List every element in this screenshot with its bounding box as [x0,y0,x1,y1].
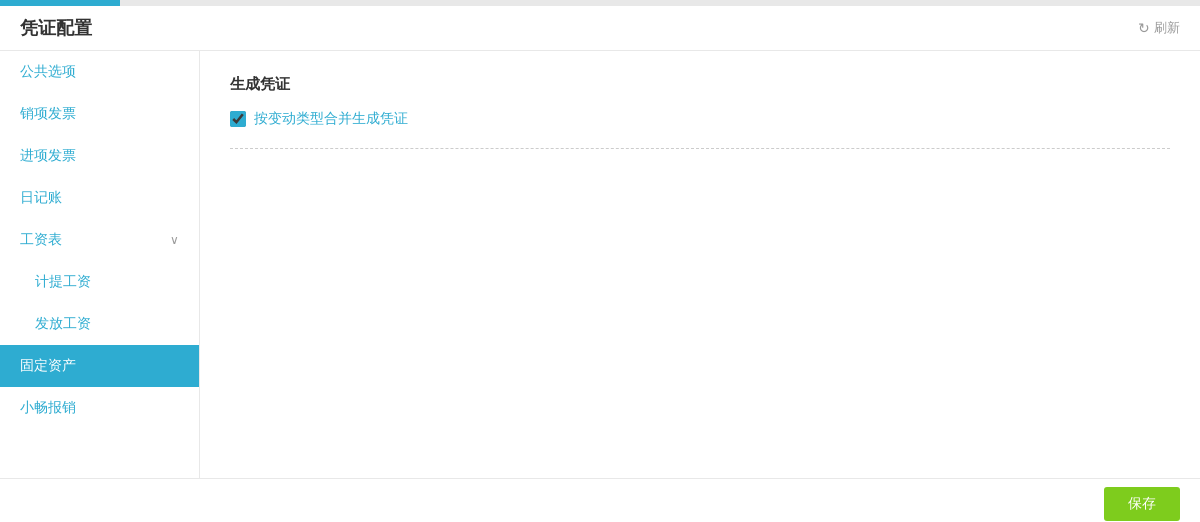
sidebar-item-payroll-table[interactable]: 工资表 ∨ [0,219,199,261]
header: 凭证配置 ↻ 刷新 [0,6,1200,51]
divider [230,148,1170,149]
refresh-button[interactable]: ↻ 刷新 [1138,19,1180,37]
sidebar-label-sales-invoice: 销项发票 [20,105,76,123]
merge-by-type-checkbox[interactable] [230,111,246,127]
sidebar-label-expense-report: 小畅报销 [20,399,76,417]
sidebar-item-journal[interactable]: 日记账 [0,177,199,219]
sidebar-item-fixed-assets[interactable]: 固定资产 [0,345,199,387]
main-content: 生成凭证 按变动类型合并生成凭证 [200,51,1200,478]
chevron-down-icon: ∨ [170,233,179,247]
sidebar-label-distribute-payroll: 发放工资 [35,315,91,333]
sidebar-label-fixed-assets: 固定资产 [20,357,76,375]
sidebar-item-distribute-payroll[interactable]: 发放工资 [0,303,199,345]
sidebar-label-purchase-invoice: 进项发票 [20,147,76,165]
merge-by-type-row: 按变动类型合并生成凭证 [230,110,1170,128]
sidebar-item-purchase-invoice[interactable]: 进项发票 [0,135,199,177]
refresh-label: 刷新 [1154,19,1180,37]
sidebar-label-journal: 日记账 [20,189,62,207]
top-tab-bar [0,0,1200,6]
sidebar-label-public-options: 公共选项 [20,63,76,81]
sidebar-item-commission-payroll[interactable]: 计提工资 [0,261,199,303]
sidebar: 公共选项销项发票进项发票日记账工资表 ∨ 计提工资发放工资固定资产小畅报销 [0,51,200,478]
page-title: 凭证配置 [20,16,92,40]
save-button[interactable]: 保存 [1104,487,1180,521]
refresh-icon: ↻ [1138,20,1150,36]
sidebar-item-public-options[interactable]: 公共选项 [0,51,199,93]
merge-by-type-label[interactable]: 按变动类型合并生成凭证 [254,110,408,128]
footer: 保存 [0,478,1200,522]
sidebar-label-payroll-table: 工资表 [20,231,62,249]
section-title: 生成凭证 [230,75,1170,94]
sidebar-label-commission-payroll: 计提工资 [35,273,91,291]
sidebar-item-expense-report[interactable]: 小畅报销 [0,387,199,429]
sidebar-item-sales-invoice[interactable]: 销项发票 [0,93,199,135]
